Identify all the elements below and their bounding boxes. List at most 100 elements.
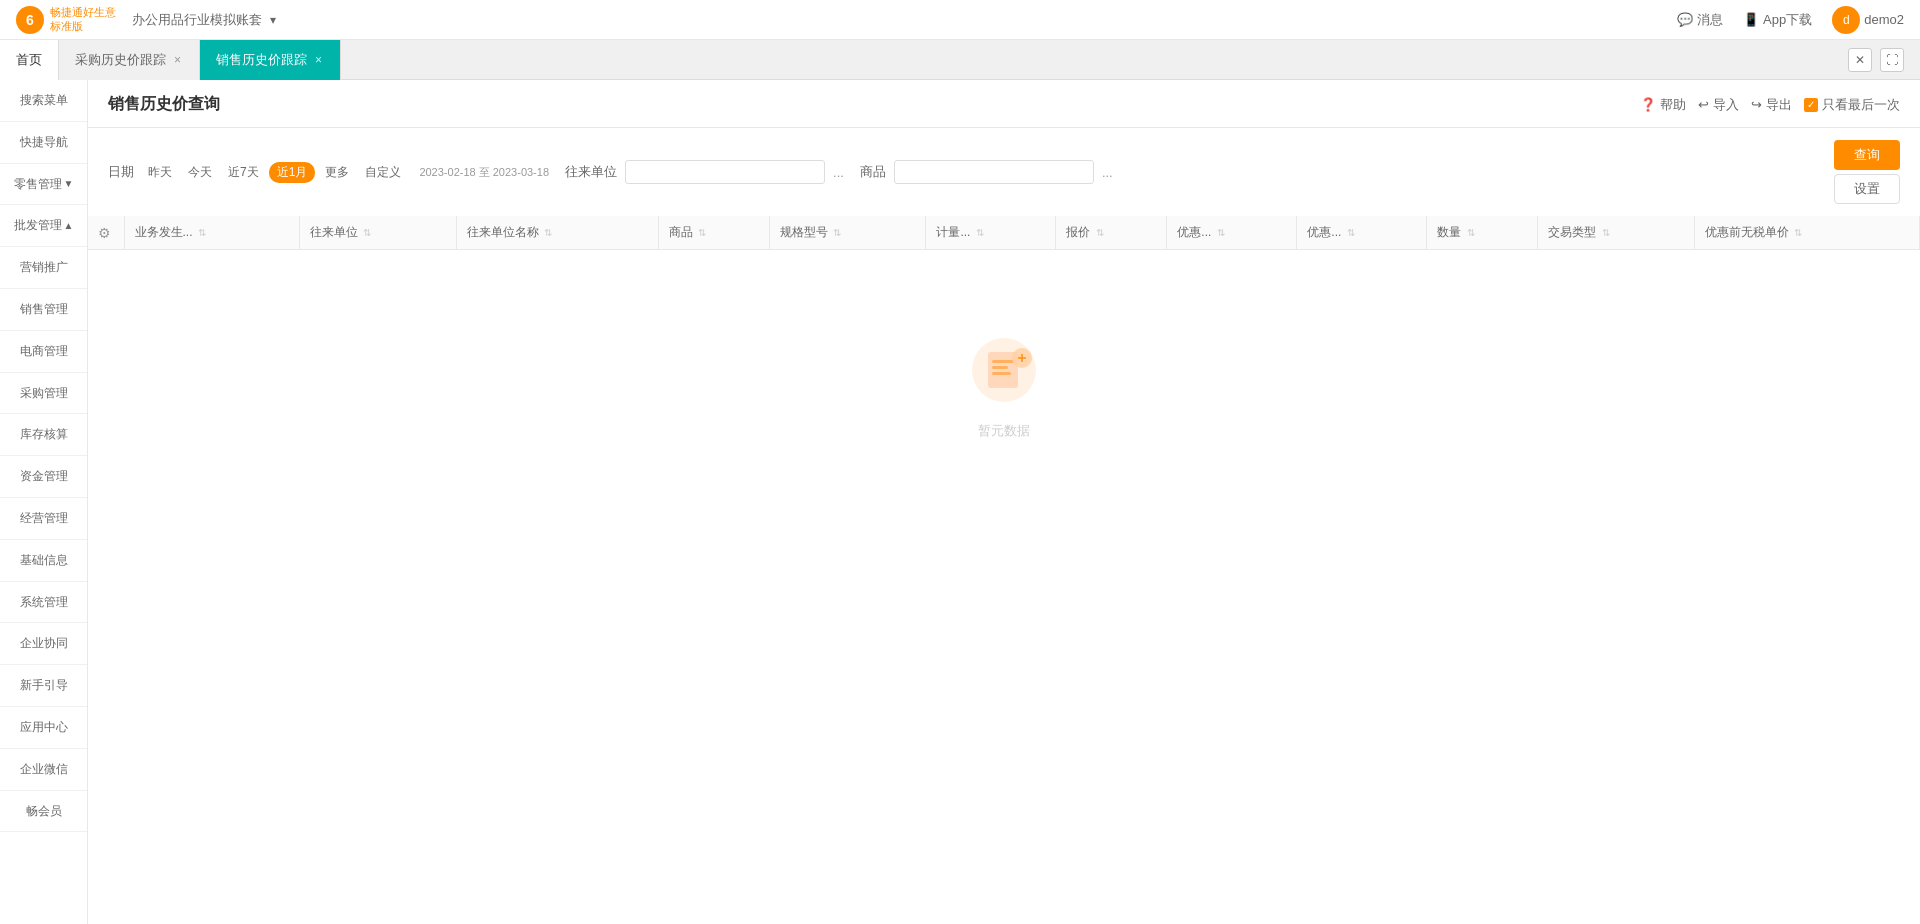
table-col-customer-name[interactable]: 往来单位名称 ⇅ [456, 216, 658, 250]
help-button[interactable]: ❓ 帮助 [1640, 96, 1686, 114]
tab-home-label: 首页 [16, 51, 42, 69]
app-icon: 📱 [1743, 12, 1759, 27]
sidebar-item-ecommerce[interactable]: 电商管理 [0, 331, 87, 373]
sidebar-item-wechat[interactable]: 企业微信 [0, 749, 87, 791]
sidebar-guide-label: 新手引导 [20, 678, 68, 692]
sidebar: 搜索菜单 快捷导航 零售管理 ▼ 批发管理 ▲ 营销推广 销售管理 电商管理 采… [0, 80, 88, 924]
logo-icon: 6 [16, 6, 44, 34]
tab-purchase-history[interactable]: 采购历史价跟踪 × [59, 40, 200, 80]
sidebar-item-basic-info[interactable]: 基础信息 [0, 540, 87, 582]
topbar-right: 💬 消息 📱 App下载 d demo2 [1677, 6, 1904, 34]
settings-button[interactable]: 设置 [1834, 174, 1900, 204]
export-label: 导出 [1766, 96, 1792, 114]
sidebar-item-finance[interactable]: 资金管理 [0, 456, 87, 498]
date-tab-more[interactable]: 更多 [319, 162, 355, 183]
sidebar-item-purchase-mgmt[interactable]: 采购管理 [0, 373, 87, 415]
table-settings-icon[interactable]: ⚙ [98, 225, 111, 241]
sort-arrows-pretax-price: ⇅ [1794, 227, 1802, 238]
sidebar-item-search-menu[interactable]: 搜索菜单 [0, 80, 87, 122]
tab-sales-history-close[interactable]: × [313, 51, 324, 69]
import-button[interactable]: ↩ 导入 [1698, 96, 1739, 114]
table-col-discount1[interactable]: 优惠... ⇅ [1167, 216, 1297, 250]
sidebar-item-operations[interactable]: 经营管理 [0, 498, 87, 540]
empty-state: 暂元数据 [88, 250, 1920, 520]
sidebar-finance-label: 资金管理 [20, 469, 68, 483]
topbar: 6 畅捷通好生意 标准版 办公用品行业模拟账套 ▾ 💬 消息 📱 App下载 d… [0, 0, 1920, 40]
sidebar-operations-label: 经营管理 [20, 511, 68, 525]
page-actions: ❓ 帮助 ↩ 导入 ↪ 导出 ✓ 只看最后一次 [1640, 96, 1900, 114]
sidebar-item-enterprise[interactable]: 企业协同 [0, 623, 87, 665]
sidebar-marketing-label: 营销推广 [20, 260, 68, 274]
username: demo2 [1864, 12, 1904, 27]
export-button[interactable]: ↪ 导出 [1751, 96, 1792, 114]
product-ellipsis[interactable]: ... [1102, 165, 1113, 180]
topbar-title: 办公用品行业模拟账套 [132, 11, 262, 29]
sidebar-item-guide[interactable]: 新手引导 [0, 665, 87, 707]
page-header-top: 销售历史价查询 ❓ 帮助 ↩ 导入 ↪ 导出 ✓ [108, 94, 1900, 115]
sidebar-item-member[interactable]: 畅会员 [0, 791, 87, 833]
empty-icon [964, 330, 1044, 410]
sidebar-item-quick-nav[interactable]: 快捷导航 [0, 122, 87, 164]
table-area: ⚙ 业务发生... ⇅ 往来单位 ⇅ 往来单位名称 ⇅ [88, 216, 1920, 924]
date-range-text: 2023-02-18 至 2023-03-18 [419, 165, 549, 180]
date-tab-custom[interactable]: 自定义 [359, 162, 407, 183]
sidebar-item-system[interactable]: 系统管理 [0, 582, 87, 624]
sidebar-item-inventory[interactable]: 库存核算 [0, 414, 87, 456]
date-tab-last1m[interactable]: 近1月 [269, 162, 316, 183]
date-tab-yesterday[interactable]: 昨天 [142, 162, 178, 183]
table-col-product[interactable]: 商品 ⇅ [658, 216, 769, 250]
message-button[interactable]: 💬 消息 [1677, 11, 1723, 29]
topbar-dropdown-icon[interactable]: ▾ [270, 13, 276, 27]
sidebar-appcenter-label: 应用中心 [20, 720, 68, 734]
content-area: 销售历史价查询 ❓ 帮助 ↩ 导入 ↪ 导出 ✓ [88, 80, 1920, 924]
table-col-unit[interactable]: 计量... ⇅ [926, 216, 1056, 250]
tab-purchase-history-close[interactable]: × [172, 51, 183, 69]
sort-arrows-qty: ⇅ [1467, 227, 1475, 238]
customer-ellipsis[interactable]: ... [833, 165, 844, 180]
import-icon: ↩ [1698, 97, 1709, 112]
sidebar-sales-label: 销售管理 [20, 302, 68, 316]
tab-home[interactable]: 首页 [0, 40, 59, 80]
table-header-row: ⚙ 业务发生... ⇅ 往来单位 ⇅ 往来单位名称 ⇅ [88, 216, 1920, 250]
sidebar-retail-label: 零售管理 [14, 176, 62, 193]
table-col-qty[interactable]: 数量 ⇅ [1427, 216, 1538, 250]
fullscreen-button[interactable]: ⛶ [1880, 48, 1904, 72]
sidebar-item-sales-mgmt[interactable]: 销售管理 [0, 289, 87, 331]
product-input[interactable] [894, 160, 1094, 184]
date-tab-today[interactable]: 今天 [182, 162, 218, 183]
sidebar-item-wholesale-mgmt[interactable]: 批发管理 ▲ [0, 205, 87, 247]
table-col-spec[interactable]: 规格型号 ⇅ [769, 216, 926, 250]
table-col-settings[interactable]: ⚙ [88, 216, 124, 250]
table-col-price[interactable]: 报价 ⇅ [1056, 216, 1167, 250]
customer-input[interactable] [625, 160, 825, 184]
tab-sales-history[interactable]: 销售历史价跟踪 × [200, 40, 341, 80]
logo-area: 6 畅捷通好生意 标准版 [16, 6, 116, 34]
sort-arrows-spec: ⇅ [833, 227, 841, 238]
table-col-pretax-price[interactable]: 优惠前无税单价 ⇅ [1694, 216, 1919, 250]
import-label: 导入 [1713, 96, 1739, 114]
user-avatar-area[interactable]: d demo2 [1832, 6, 1904, 34]
table-col-trade-type[interactable]: 交易类型 ⇅ [1538, 216, 1695, 250]
app-download-button[interactable]: 📱 App下载 [1743, 11, 1812, 29]
sort-arrows-biz-date: ⇅ [198, 227, 206, 238]
fullscreen-icon: ⛶ [1886, 53, 1898, 67]
sidebar-system-label: 系统管理 [20, 595, 68, 609]
date-filter-group: 日期 昨天 今天 近7天 近1月 更多 自定义 2023-02-18 至 202… [108, 162, 549, 183]
only-last-checkbox[interactable]: ✓ 只看最后一次 [1804, 96, 1900, 114]
date-tab-last7[interactable]: 近7天 [222, 162, 265, 183]
sidebar-enterprise-label: 企业协同 [20, 636, 68, 650]
sidebar-purchase-label: 采购管理 [20, 386, 68, 400]
query-button[interactable]: 查询 [1834, 140, 1900, 170]
table-col-biz-date[interactable]: 业务发生... ⇅ [124, 216, 300, 250]
table-col-discount2[interactable]: 优惠... ⇅ [1297, 216, 1427, 250]
table-col-customer-code[interactable]: 往来单位 ⇅ [300, 216, 457, 250]
sidebar-wechat-label: 企业微信 [20, 762, 68, 776]
svg-rect-2 [992, 360, 1014, 363]
filter-area: 日期 昨天 今天 近7天 近1月 更多 自定义 2023-02-18 至 202… [88, 128, 1920, 216]
app-label: App下载 [1763, 11, 1812, 29]
sort-arrows-product: ⇅ [698, 227, 706, 238]
sidebar-item-app-center[interactable]: 应用中心 [0, 707, 87, 749]
close-all-tabs-button[interactable]: ✕ [1848, 48, 1872, 72]
sidebar-item-retail-mgmt[interactable]: 零售管理 ▼ [0, 164, 87, 206]
sidebar-item-marketing[interactable]: 营销推广 [0, 247, 87, 289]
